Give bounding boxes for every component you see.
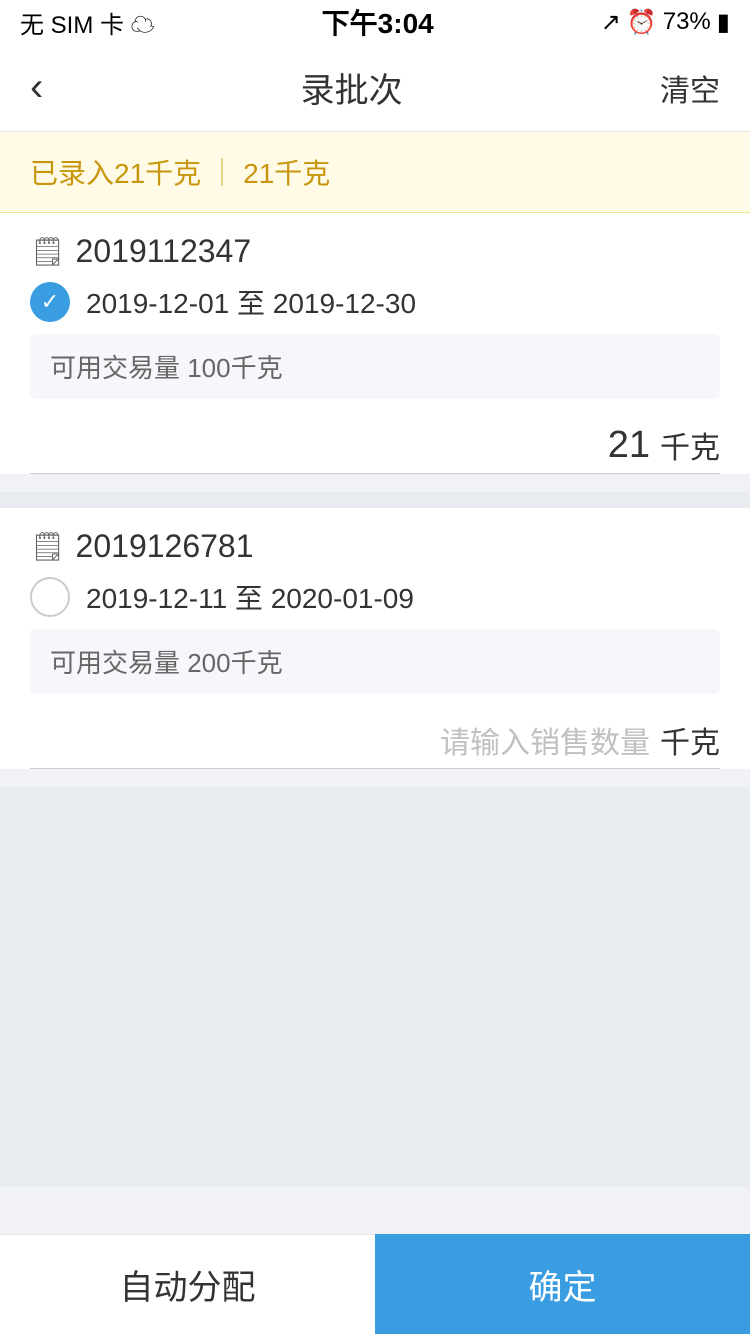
batch-2-placeholder: 请输入销售数量 <box>440 718 650 762</box>
batch-2-id: 2019126781 <box>76 528 254 565</box>
auto-distribute-button[interactable]: 自动分配 <box>0 1234 375 1334</box>
batch-2-row[interactable]: 2019-12-11 至 2020-01-09 <box>0 573 750 629</box>
status-bar: 无 SIM 卡 ☁ 下午3:04 ↗ ⏰ 73% ▮ <box>0 0 750 44</box>
sim-label: 无 SIM 卡 ☁ <box>20 5 155 40</box>
batch-1-id: 2019112347 <box>76 233 252 270</box>
batch-2-unit: 千克 <box>660 718 720 762</box>
batch-1-date: 2019-12-01 至 2019-12-30 <box>86 282 416 322</box>
batch-1-divider <box>30 473 720 474</box>
nav-bar: ‹ 录批次 清空 <box>0 44 750 132</box>
batch-2-divider <box>30 768 720 769</box>
empty-area <box>0 787 750 1187</box>
clear-button[interactable]: 清空 <box>660 66 720 110</box>
bottom-bar: 自动分配 确定 <box>0 1234 750 1334</box>
batch-1-icon: 🗒 <box>30 235 66 268</box>
batch-item-2: 🗒 2019126781 2019-12-11 至 2020-01-09 可用交… <box>0 508 750 769</box>
status-time: 下午3:04 <box>322 2 434 42</box>
batch-2-icon: 🗒 <box>30 530 66 563</box>
alarm-icon: ⏰ <box>627 8 657 37</box>
battery-label: 73% <box>663 8 711 36</box>
batch-1-row[interactable]: ✓ 2019-12-01 至 2019-12-30 <box>0 278 750 334</box>
batch-1-amount-input[interactable] <box>530 424 650 467</box>
recorded-amount-label: 已录入21千克 <box>30 152 201 192</box>
batch-2-avail: 可用交易量 200千克 <box>30 629 720 694</box>
recorded-amount-value: 21千克 <box>243 152 330 192</box>
batch-2-radio[interactable] <box>30 577 70 617</box>
status-left: 无 SIM 卡 ☁ <box>20 5 155 40</box>
batch-item-1: 🗒 2019112347 ✓ 2019-12-01 至 2019-12-30 可… <box>0 213 750 474</box>
section-separator <box>0 492 750 508</box>
batch-2-date: 2019-12-11 至 2020-01-09 <box>86 577 414 617</box>
banner-divider <box>221 158 223 186</box>
batch-1-radio[interactable]: ✓ <box>30 282 70 322</box>
info-banner: 已录入21千克 21千克 <box>0 132 750 213</box>
batch-1-amount-row: 千克 <box>0 415 750 467</box>
confirm-button[interactable]: 确定 <box>375 1234 750 1334</box>
batch-2-header: 🗒 2019126781 <box>0 508 750 573</box>
batch-1-header: 🗒 2019112347 <box>0 213 750 278</box>
batch-1-unit: 千克 <box>660 423 720 467</box>
nav-title: 录批次 <box>301 63 403 112</box>
status-right: ↗ ⏰ 73% ▮ <box>601 8 730 37</box>
battery-icon: ▮ <box>717 8 730 37</box>
location-icon: ↗ <box>601 8 621 37</box>
batch-2-placeholder-row: 请输入销售数量 千克 <box>0 710 750 762</box>
back-button[interactable]: ‹ <box>30 65 43 110</box>
batch-1-avail: 可用交易量 100千克 <box>30 334 720 399</box>
